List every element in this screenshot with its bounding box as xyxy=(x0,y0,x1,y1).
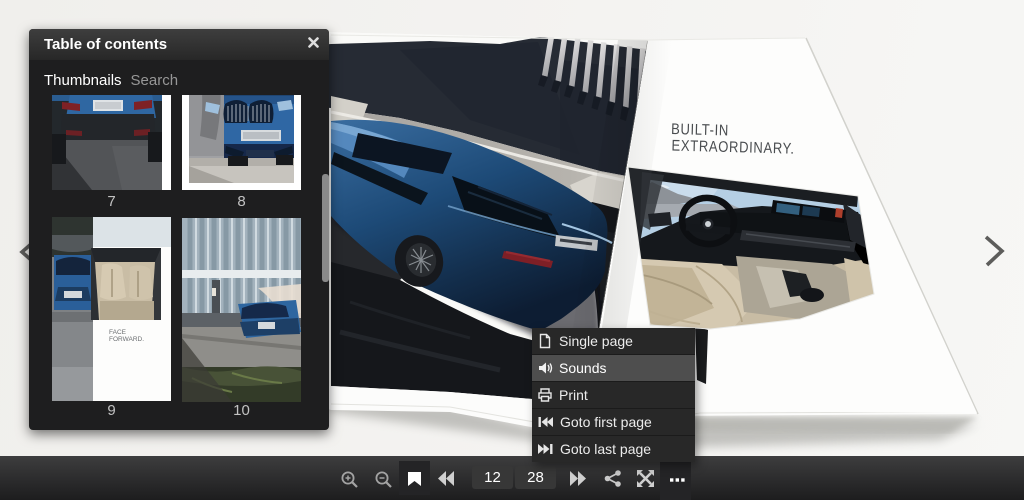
svg-text:FORWARD.: FORWARD. xyxy=(109,336,144,343)
svg-text:FACE: FACE xyxy=(109,329,127,336)
svg-text:EXTRAORDINARY.: EXTRAORDINARY. xyxy=(671,138,795,159)
